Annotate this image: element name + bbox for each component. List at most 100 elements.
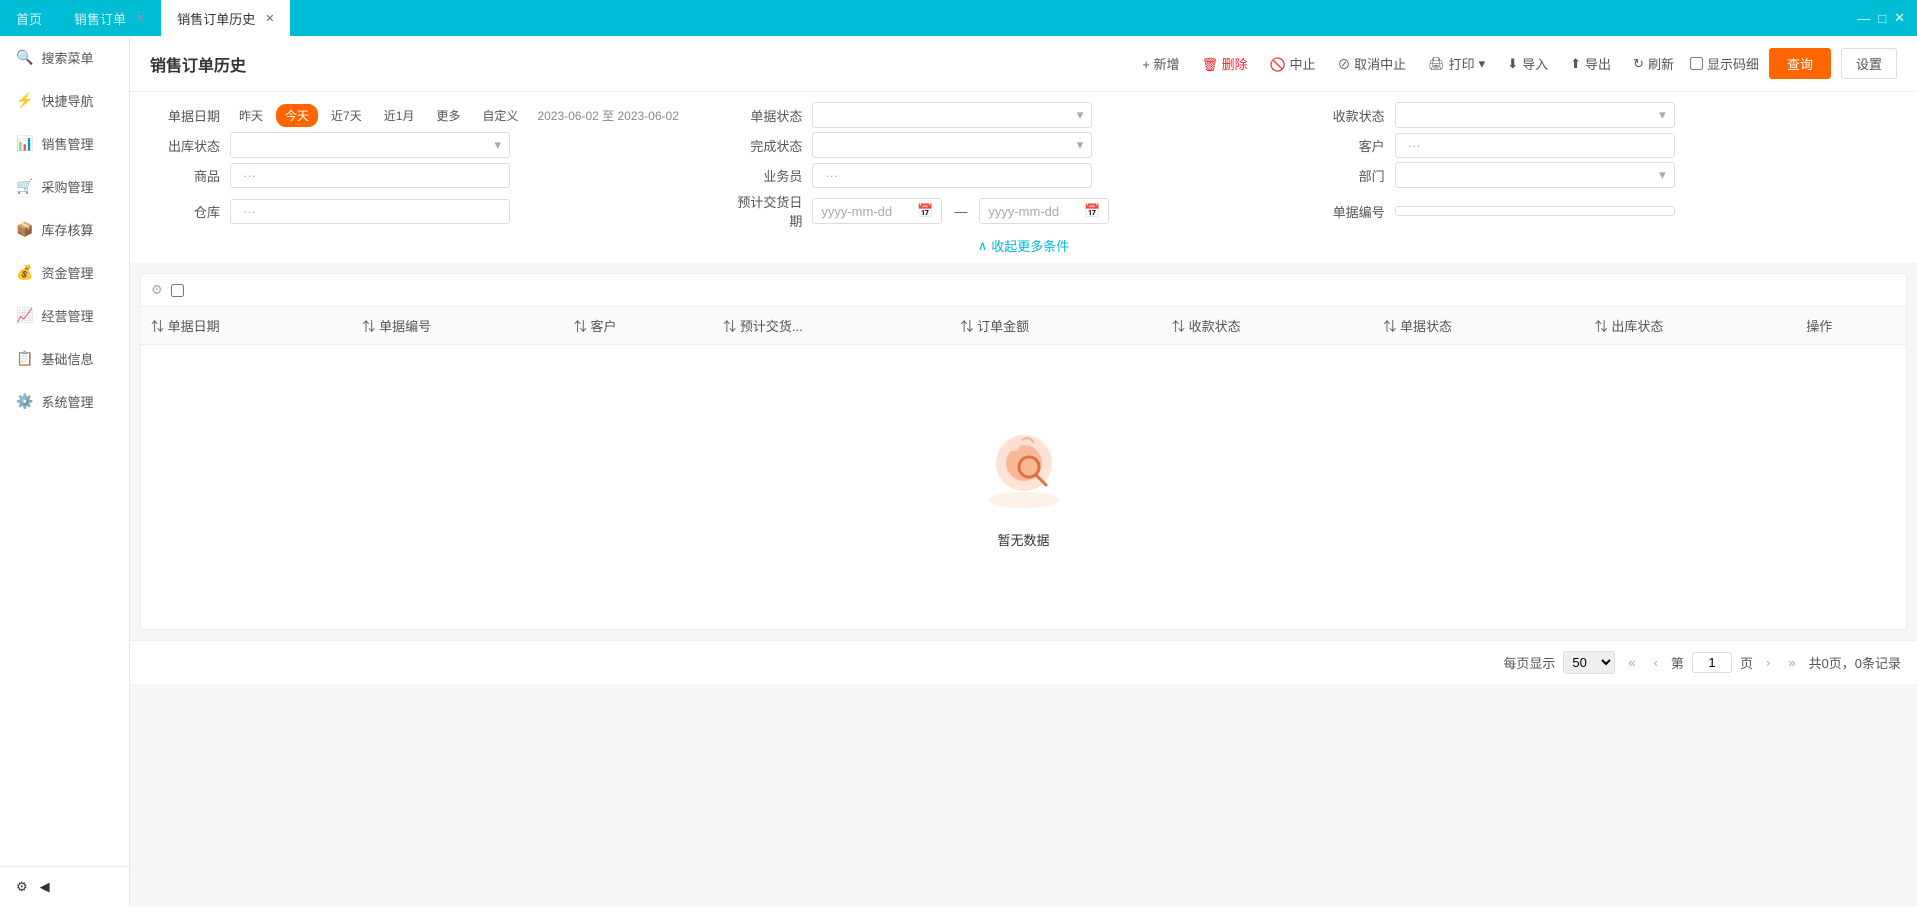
- sidebar-item-ops[interactable]: 📈 经营管理: [0, 294, 129, 337]
- window-maximize-icon[interactable]: □: [1878, 11, 1886, 26]
- customer-select[interactable]: ···: [1395, 133, 1675, 158]
- salesperson-select[interactable]: ···: [812, 163, 1092, 188]
- search-menu-icon: 🔍: [16, 49, 33, 66]
- stop-button[interactable]: 🚫 中止: [1264, 51, 1322, 76]
- print-arrow-icon: ▾: [1479, 56, 1486, 72]
- sidebar-item-finance[interactable]: 💰 资金管理: [0, 251, 129, 294]
- payment-status-select[interactable]: ▾: [1395, 102, 1675, 128]
- salesperson-dots-icon[interactable]: ···: [821, 168, 842, 183]
- sidebar-item-sys-mgmt[interactable]: ⚙️ 系统管理: [0, 380, 129, 423]
- sidebar-collapse-icon[interactable]: ◀: [40, 879, 50, 895]
- department-select[interactable]: ▾: [1395, 162, 1675, 188]
- col-payment-sort-icon[interactable]: ⇅: [1172, 319, 1185, 334]
- window-minimize-icon[interactable]: —: [1857, 11, 1870, 26]
- date-range-display: 2023-06-02 至 2023-06-02: [537, 107, 678, 124]
- cancel-stop-button[interactable]: ⊘ 取消中止: [1332, 51, 1413, 76]
- warehouse-control: ···: [230, 199, 732, 224]
- col-no-text: 单据编号: [379, 319, 431, 334]
- display-checkbox-label[interactable]: 显示码细: [1690, 54, 1759, 73]
- table-settings-icon[interactable]: ⚙: [151, 282, 163, 298]
- display-checkbox[interactable]: [1690, 57, 1703, 70]
- goods-select[interactable]: ···: [230, 163, 510, 188]
- goods-filter-label: 商品: [150, 166, 230, 185]
- complete-status-select[interactable]: ▾: [812, 132, 1092, 158]
- last-page-button[interactable]: »: [1783, 653, 1800, 672]
- page-number-input[interactable]: [1692, 652, 1732, 673]
- export-button[interactable]: ⬆ 导出: [1564, 51, 1617, 76]
- sidebar-item-quick-nav[interactable]: ⚡ 快捷导航: [0, 79, 129, 122]
- col-date-label: ⇅: [151, 319, 164, 334]
- department-arrow-icon: ▾: [1659, 167, 1666, 183]
- first-page-button[interactable]: «: [1623, 653, 1640, 672]
- delivery-date-end-input[interactable]: yyyy-mm-dd 📅: [979, 198, 1109, 224]
- date-pill-last-month[interactable]: 近1月: [375, 104, 424, 127]
- col-customer-sort-icon[interactable]: ⇅: [574, 319, 587, 334]
- customer-dots-icon[interactable]: ···: [1404, 138, 1425, 153]
- page-size-select[interactable]: 20 50 100: [1563, 651, 1615, 674]
- setting-button[interactable]: 设置: [1841, 48, 1897, 79]
- import-icon: ⬇: [1507, 56, 1518, 72]
- tab-sales-history[interactable]: 销售订单历史 ✕: [161, 0, 290, 36]
- sidebar-settings-icon[interactable]: ⚙: [16, 879, 28, 895]
- refresh-button[interactable]: ↻ 刷新: [1627, 51, 1680, 76]
- tab-sales-order[interactable]: 销售订单 ✕: [58, 0, 161, 36]
- page-header: 销售订单历史 + 新增 🗑 删除 🚫 中止 ⊘ 取消中止 🖨 打印 ▾ ⬇ 导入: [130, 36, 1917, 92]
- goods-dots-icon[interactable]: ···: [239, 168, 260, 183]
- order-status-select[interactable]: ▾: [812, 102, 1092, 128]
- main-content: 销售订单历史 + 新增 🗑 删除 🚫 中止 ⊘ 取消中止 🖨 打印 ▾ ⬇ 导入: [130, 36, 1917, 907]
- col-status: ⇅ 单据状态: [1373, 307, 1584, 345]
- payment-status-arrow-icon: ▾: [1659, 107, 1666, 123]
- sidebar: 🔍 搜索菜单 ⚡ 快捷导航 📊 销售管理 🛒 采购管理 📦 库存核算 💰 资金管…: [0, 36, 130, 907]
- prev-page-button[interactable]: ‹: [1649, 653, 1663, 672]
- tab-sales-history-close[interactable]: ✕: [265, 12, 274, 25]
- data-table: ⇅ 单据日期 ⇅ 单据编号 ⇅ 客户: [141, 307, 1906, 345]
- date-pill-more[interactable]: 更多: [427, 104, 469, 127]
- query-button[interactable]: 查询: [1769, 48, 1831, 79]
- calendar-end-icon[interactable]: 📅: [1084, 203, 1100, 219]
- delivery-date-control: yyyy-mm-dd 📅 — yyyy-mm-dd 📅: [812, 198, 1314, 224]
- export-label: 导出: [1585, 54, 1611, 73]
- col-delivery-sort-icon[interactable]: ⇅: [723, 319, 736, 334]
- date-pill-yesterday[interactable]: 昨天: [230, 104, 272, 127]
- window-close-icon[interactable]: ✕: [1894, 10, 1905, 26]
- order-no-input[interactable]: [1395, 206, 1675, 216]
- sidebar-item-base-info[interactable]: 📋 基础信息: [0, 337, 129, 380]
- collapse-up-icon: ∧: [978, 238, 988, 254]
- warehouse-select[interactable]: ···: [230, 199, 510, 224]
- table-area: ⚙ ⇅ 单据日期 ⇅ 单据编号: [140, 273, 1907, 630]
- col-status-sort-icon[interactable]: ⇅: [1383, 319, 1396, 334]
- col-no-sort-icon[interactable]: ⇅: [362, 319, 375, 334]
- salesperson-control: ···: [812, 163, 1314, 188]
- col-amount: ⇅ 订单金额: [951, 307, 1162, 345]
- col-amount-sort-icon[interactable]: ⇅: [961, 319, 974, 334]
- col-out-text: 出库状态: [1611, 319, 1663, 334]
- tab-sales-order-close[interactable]: ✕: [136, 12, 145, 25]
- delete-button[interactable]: 🗑 删除: [1196, 51, 1254, 76]
- col-customer: ⇅ 客户: [564, 307, 713, 345]
- new-button[interactable]: + 新增: [1136, 51, 1185, 76]
- import-button[interactable]: ⬇ 导入: [1501, 51, 1554, 76]
- out-status-select[interactable]: ▾: [230, 132, 510, 158]
- sidebar-item-inventory[interactable]: 📦 库存核算: [0, 208, 129, 251]
- col-out-sort-icon[interactable]: ⇅: [1595, 319, 1608, 334]
- tab-home[interactable]: 首页: [0, 0, 58, 36]
- export-icon: ⬆: [1570, 56, 1581, 72]
- table-head: ⇅ 单据日期 ⇅ 单据编号 ⇅ 客户: [141, 307, 1906, 345]
- delivery-date-start-input[interactable]: yyyy-mm-dd 📅: [812, 198, 942, 224]
- warehouse-dots-icon[interactable]: ···: [239, 204, 260, 219]
- collapse-row: ∧ 收起更多条件: [130, 230, 1917, 263]
- next-page-button[interactable]: ›: [1761, 653, 1775, 672]
- order-status-arrow-icon: ▾: [1077, 107, 1084, 123]
- sidebar-item-search-menu[interactable]: 🔍 搜索菜单: [0, 36, 129, 79]
- sidebar-item-sales-mgmt[interactable]: 📊 销售管理: [0, 122, 129, 165]
- calendar-start-icon[interactable]: 📅: [917, 203, 933, 219]
- print-button[interactable]: 🖨 打印 ▾: [1422, 51, 1491, 76]
- date-pill-today[interactable]: 今天: [276, 104, 318, 127]
- date-pill-last7[interactable]: 近7天: [322, 104, 371, 127]
- collapse-label: 收起更多条件: [991, 236, 1069, 255]
- collapse-button[interactable]: ∧ 收起更多条件: [978, 236, 1070, 255]
- refresh-icon: ↻: [1633, 56, 1644, 72]
- select-all-checkbox[interactable]: [171, 284, 184, 297]
- date-pill-custom[interactable]: 自定义: [473, 104, 527, 127]
- sidebar-item-purchase-mgmt[interactable]: 🛒 采购管理: [0, 165, 129, 208]
